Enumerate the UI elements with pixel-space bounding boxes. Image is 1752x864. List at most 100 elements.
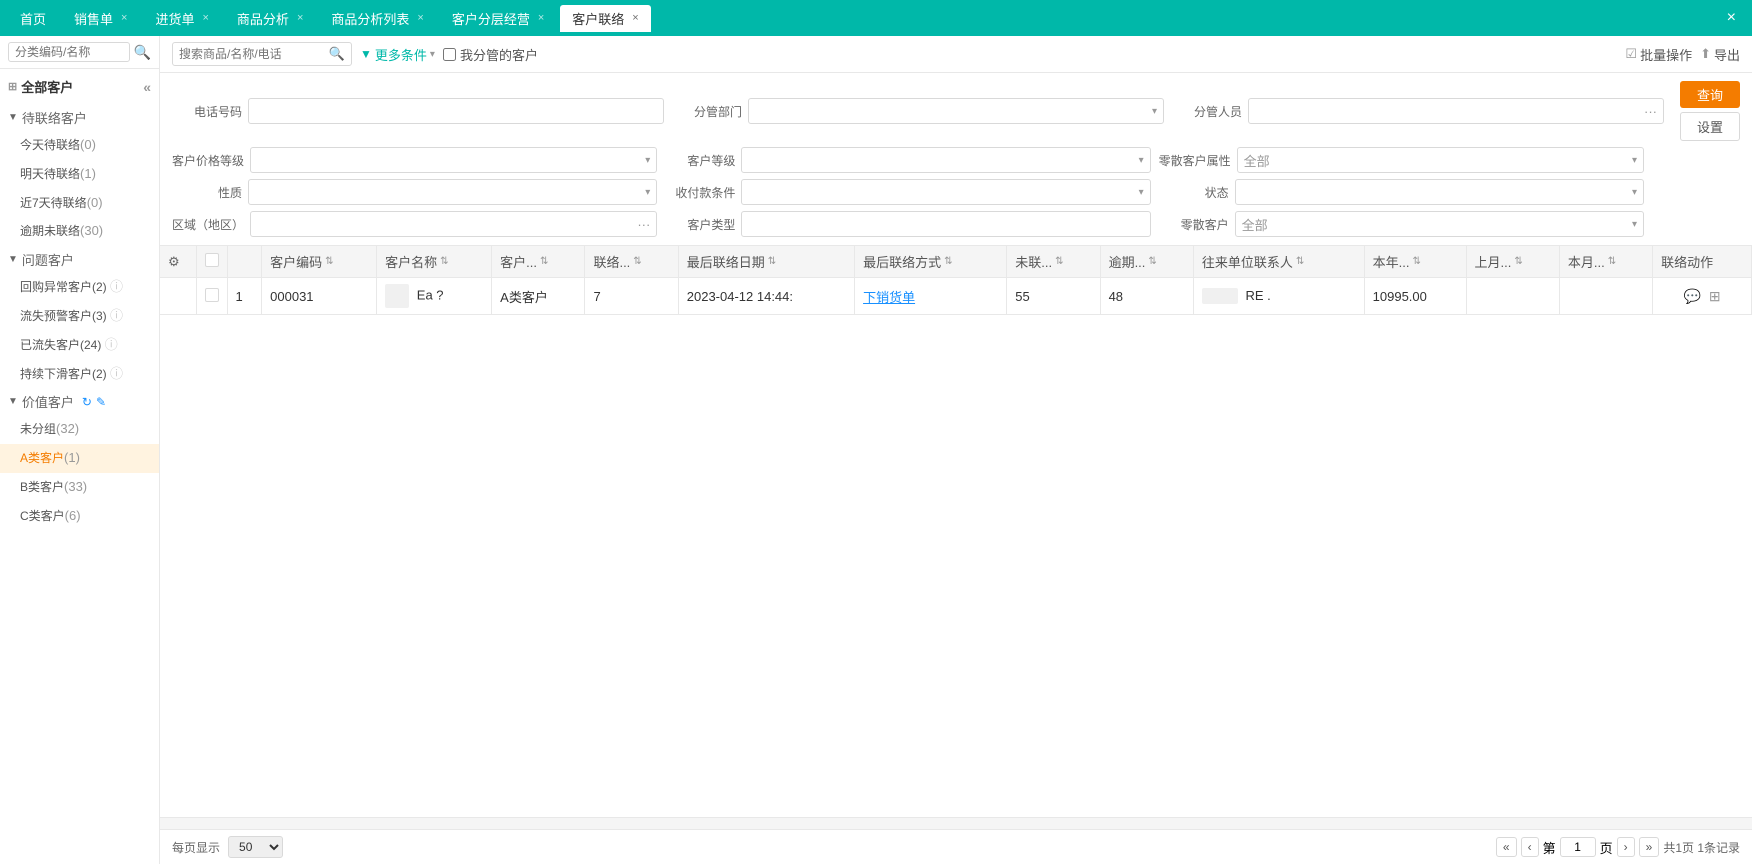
region-input[interactable] bbox=[257, 217, 637, 231]
nav-tab-sales[interactable]: 销售单 × bbox=[62, 5, 139, 32]
sort-icon[interactable]: ⇅ bbox=[325, 256, 333, 267]
status-select[interactable]: ▾ bbox=[1235, 179, 1644, 205]
th-no-contact[interactable]: 未联... ⇅ bbox=[1007, 246, 1100, 278]
setting-button[interactable]: 设置 bbox=[1680, 112, 1740, 141]
horizontal-scrollbar[interactable] bbox=[160, 817, 1752, 829]
th-this-month[interactable]: 本月... ⇅ bbox=[1559, 246, 1652, 278]
nav-tab-purchase[interactable]: 进货单 × bbox=[143, 5, 220, 32]
last-contact-method-link[interactable]: 下销货单 bbox=[863, 290, 915, 305]
sidebar-item-a-class[interactable]: A类客户(1) bbox=[0, 444, 159, 473]
nature-select[interactable]: ▾ bbox=[248, 179, 657, 205]
th-last-contact-method[interactable]: 最后联络方式 ⇅ bbox=[855, 246, 1007, 278]
close-icon[interactable]: × bbox=[202, 12, 208, 24]
search-icon[interactable]: 🔍 bbox=[329, 46, 345, 62]
sort-icon[interactable]: ⇅ bbox=[1296, 256, 1304, 267]
nav-tab-customer-segment[interactable]: 客户分层经营 × bbox=[440, 5, 556, 32]
prev-page-button[interactable]: ‹ bbox=[1521, 837, 1539, 857]
retail-attr-select[interactable]: 全部 ▾ bbox=[1237, 147, 1644, 173]
all-customers-label[interactable]: 全部客户 bbox=[21, 77, 73, 96]
row-checkbox[interactable] bbox=[205, 288, 219, 302]
sort-icon[interactable]: ⇅ bbox=[440, 256, 448, 267]
sidebar-item-churned[interactable]: 已流失客户(24) ⓘ bbox=[0, 331, 159, 360]
td-name: Ea ? bbox=[377, 278, 492, 315]
last-page-button[interactable]: » bbox=[1639, 837, 1660, 857]
dots-icon[interactable]: ··· bbox=[1644, 104, 1657, 119]
th-last-month[interactable]: 上月... ⇅ bbox=[1466, 246, 1559, 278]
select-all-checkbox[interactable] bbox=[205, 253, 219, 267]
sort-icon[interactable]: ⇅ bbox=[1413, 256, 1421, 267]
th-contact[interactable]: 联络... ⇅ bbox=[585, 246, 678, 278]
phone-input[interactable] bbox=[248, 98, 664, 124]
price-grade-select[interactable]: ▾ bbox=[250, 147, 657, 173]
close-icon[interactable]: × bbox=[121, 12, 127, 24]
sidebar-item-c-class[interactable]: C类客户(6) bbox=[0, 502, 159, 531]
close-all-button[interactable]: × bbox=[1719, 5, 1744, 31]
th-name[interactable]: 客户名称 ⇅ bbox=[377, 246, 492, 278]
payment-select[interactable]: ▾ bbox=[741, 179, 1150, 205]
next-page-button[interactable]: › bbox=[1617, 837, 1635, 857]
customer-grade-select[interactable]: ▾ bbox=[741, 147, 1150, 173]
customer-type-input[interactable] bbox=[741, 211, 1150, 237]
sort-icon[interactable]: ⇅ bbox=[1608, 256, 1616, 267]
sort-icon[interactable]: ⇅ bbox=[633, 256, 641, 267]
chat-icon[interactable]: 💬 bbox=[1683, 288, 1700, 305]
sidebar-item-overdue[interactable]: 逾期未联络(30) bbox=[0, 217, 159, 246]
page-number-input[interactable] bbox=[1560, 837, 1596, 857]
collapse-icon[interactable]: « bbox=[143, 79, 151, 95]
sidebar-item-today[interactable]: 今天待联络(0) bbox=[0, 131, 159, 160]
th-code[interactable]: 客户编码 ⇅ bbox=[262, 246, 377, 278]
sidebar-item-churn-warning[interactable]: 流失预警客户(3) ⓘ bbox=[0, 302, 159, 331]
th-unit-contact[interactable]: 往来单位联系人 ⇅ bbox=[1193, 246, 1364, 278]
dept-select[interactable]: ▾ bbox=[748, 98, 1164, 124]
sort-icon[interactable]: ⇅ bbox=[1055, 256, 1063, 267]
payment-label: 收付款条件 bbox=[665, 184, 735, 201]
category-search-input[interactable] bbox=[8, 42, 130, 62]
sidebar-section-problem-title[interactable]: ▼ 问题客户 bbox=[0, 246, 159, 273]
th-this-year[interactable]: 本年... ⇅ bbox=[1364, 246, 1466, 278]
sort-icon[interactable]: ⇅ bbox=[1148, 256, 1156, 267]
my-customers-checkbox[interactable] bbox=[443, 48, 456, 61]
sidebar-item-tomorrow[interactable]: 明天待联络(1) bbox=[0, 160, 159, 189]
sort-icon[interactable]: ⇅ bbox=[1514, 256, 1522, 267]
dots-icon[interactable]: ··· bbox=[637, 217, 650, 232]
close-icon[interactable]: × bbox=[538, 12, 544, 24]
query-button[interactable]: 查询 bbox=[1680, 81, 1740, 108]
qr-icon[interactable]: ⊞ bbox=[1709, 288, 1721, 305]
search-input[interactable] bbox=[179, 47, 325, 61]
settings-icon[interactable]: ⚙ bbox=[168, 254, 180, 269]
nav-home[interactable]: 首页 bbox=[8, 5, 58, 32]
close-icon[interactable]: × bbox=[632, 12, 638, 24]
sidebar-item-7days[interactable]: 近7天待联络(0) bbox=[0, 189, 159, 218]
person-input[interactable] bbox=[1255, 104, 1644, 118]
table-scroll[interactable]: ⚙ 客户编码 ⇅ bbox=[160, 246, 1752, 817]
sidebar-item-unclassified[interactable]: 未分组(32) bbox=[0, 415, 159, 444]
sidebar-item-b-class[interactable]: B类客户(33) bbox=[0, 473, 159, 502]
th-last-contact-date[interactable]: 最后联络日期 ⇅ bbox=[678, 246, 854, 278]
nav-tab-analysis[interactable]: 商品分析 × bbox=[225, 5, 315, 32]
my-customers-checkbox-label[interactable]: 我分管的客户 bbox=[443, 45, 538, 64]
retail-select[interactable]: 全部 ▾ bbox=[1235, 211, 1644, 237]
table-row: 1 000031 Ea ? A类客户 7 2023-04-12 14:44: 下… bbox=[160, 278, 1752, 315]
close-icon[interactable]: × bbox=[297, 12, 303, 24]
first-page-button[interactable]: « bbox=[1496, 837, 1517, 857]
close-icon[interactable]: × bbox=[417, 12, 423, 24]
th-overdue[interactable]: 逾期... ⇅ bbox=[1100, 246, 1193, 278]
sidebar-item-declining[interactable]: 持续下滑客户(2) ⓘ bbox=[0, 360, 159, 389]
edit-icon[interactable]: ✎ bbox=[96, 395, 106, 409]
more-conditions-button[interactable]: ▼ 更多条件 ▾ bbox=[360, 45, 435, 64]
sidebar-section-value-title[interactable]: ▼ 价值客户 ↻ ✎ bbox=[0, 388, 159, 415]
sidebar-item-abnormal[interactable]: 回购异常客户(2) ⓘ bbox=[0, 273, 159, 302]
sidebar-section-pending: ▼ 待联络客户 今天待联络(0) 明天待联络(1) 近7天待联络(0) 逾期未联… bbox=[0, 104, 159, 246]
nav-tab-customer-contact[interactable]: 客户联络 × bbox=[560, 5, 650, 32]
th-type[interactable]: 客户... ⇅ bbox=[492, 246, 585, 278]
sort-icon[interactable]: ⇅ bbox=[768, 256, 776, 267]
sidebar-section-pending-title[interactable]: ▼ 待联络客户 bbox=[0, 104, 159, 131]
page-size-select[interactable]: 50 100 200 bbox=[228, 836, 283, 858]
refresh-icon[interactable]: ↻ bbox=[82, 395, 92, 409]
nav-tab-analysis-list[interactable]: 商品分析列表 × bbox=[319, 5, 435, 32]
export-button[interactable]: ⬆ 导出 bbox=[1700, 45, 1740, 64]
search-icon[interactable]: 🔍 bbox=[134, 44, 151, 61]
sort-icon[interactable]: ⇅ bbox=[540, 256, 548, 267]
batch-op-button[interactable]: ☑ 批量操作 bbox=[1625, 45, 1692, 64]
sort-icon[interactable]: ⇅ bbox=[944, 256, 952, 267]
